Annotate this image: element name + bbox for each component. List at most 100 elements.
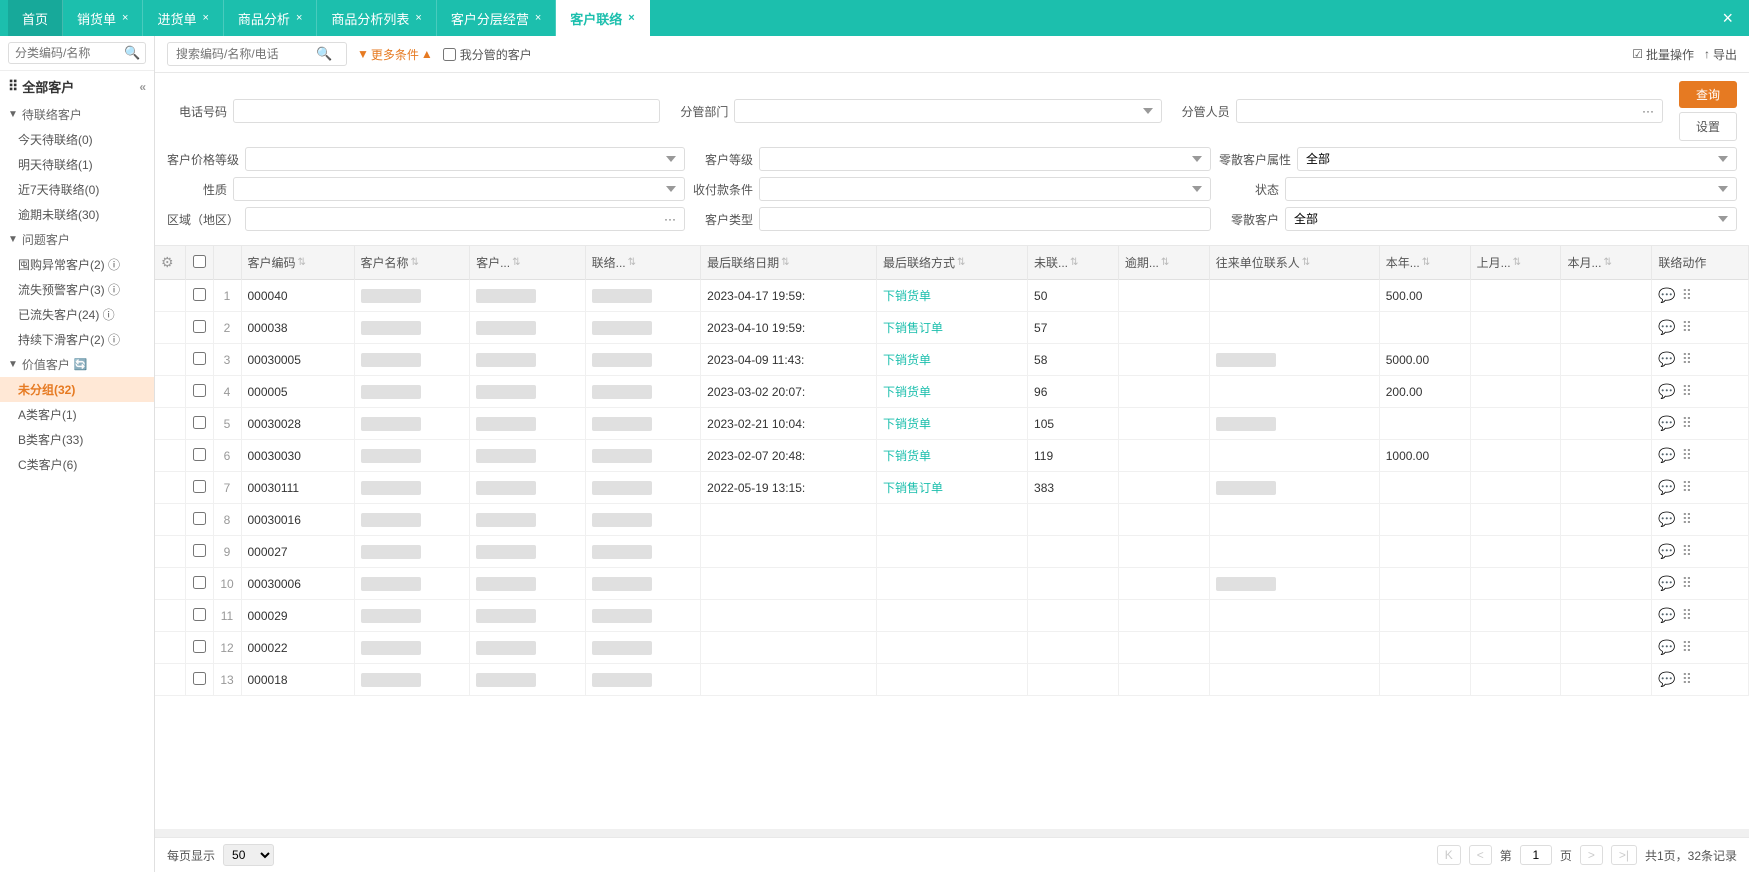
next-page-btn[interactable]: >: [1580, 845, 1603, 865]
chat-icon[interactable]: 💬: [1658, 607, 1675, 624]
row-checkbox[interactable]: [193, 288, 206, 301]
sidebar-item-today-pending[interactable]: 今天待联络(0): [0, 127, 154, 152]
row-checkbox[interactable]: [193, 320, 206, 333]
group-problem-customer[interactable]: ▼ 问题客户: [0, 227, 154, 252]
tab-customer-segment[interactable]: 客户分层经营 ×: [437, 0, 556, 36]
row-checkbox[interactable]: [193, 384, 206, 397]
filter-price-level-select[interactable]: [245, 147, 685, 171]
filter-status-select[interactable]: [1285, 177, 1737, 201]
first-page-btn[interactable]: K: [1437, 845, 1461, 865]
col-last-month[interactable]: 上月... ⇅: [1470, 246, 1561, 280]
prev-page-btn[interactable]: <: [1469, 845, 1492, 865]
horizontal-scrollbar[interactable]: [155, 829, 1749, 837]
row-checkbox[interactable]: [193, 512, 206, 525]
col-overdue[interactable]: 逾期... ⇅: [1118, 246, 1209, 280]
tab-customer-segment-close[interactable]: ×: [535, 12, 541, 24]
contact-method-link[interactable]: 下销售订单: [883, 481, 943, 495]
filter-retail-attr-select[interactable]: 全部: [1297, 147, 1737, 171]
tab-product-analysis[interactable]: 商品分析 ×: [224, 0, 317, 36]
filter-payment-select[interactable]: [759, 177, 1211, 201]
more-icon[interactable]: ⠿: [1682, 607, 1692, 624]
query-button[interactable]: 查询: [1679, 81, 1737, 108]
sidebar-item-churn-warning[interactable]: 流失预警客户(3) ⓘ: [0, 277, 154, 302]
contact-method-link[interactable]: 下销售订单: [883, 321, 943, 335]
contact-method-link[interactable]: 下销货单: [883, 417, 931, 431]
window-close-button[interactable]: ×: [1714, 8, 1741, 29]
chat-icon[interactable]: 💬: [1658, 479, 1675, 496]
row-checkbox[interactable]: [193, 608, 206, 621]
contact-method-link[interactable]: 下销货单: [883, 449, 931, 463]
my-customers-checkbox[interactable]: [443, 48, 456, 61]
col-no-contact[interactable]: 未联... ⇅: [1028, 246, 1119, 280]
more-icon[interactable]: ⠿: [1682, 639, 1692, 656]
col-customer-type[interactable]: 客户... ⇅: [470, 246, 586, 280]
col-last-contact-date[interactable]: 最后联络日期 ⇅: [701, 246, 877, 280]
export-button[interactable]: ↑ 导出: [1704, 46, 1737, 63]
chat-icon[interactable]: 💬: [1658, 287, 1675, 304]
tab-purchase[interactable]: 进货单 ×: [143, 0, 223, 36]
col-contact[interactable]: 联络... ⇅: [585, 246, 701, 280]
chat-icon[interactable]: 💬: [1658, 511, 1675, 528]
contact-method-link[interactable]: 下销货单: [883, 385, 931, 399]
sidebar-item-hoarding-abnormal[interactable]: 囤购异常客户(2) ⓘ: [0, 252, 154, 277]
settings-gear-icon[interactable]: ⚙: [161, 254, 174, 270]
chat-icon[interactable]: 💬: [1658, 447, 1675, 464]
tab-home[interactable]: 首页: [8, 0, 63, 36]
tab-purchase-close[interactable]: ×: [202, 12, 208, 24]
sidebar-item-unclassified[interactable]: 未分组(32): [0, 377, 154, 402]
group-value-customer[interactable]: ▼ 价值客户 🔄: [0, 352, 154, 377]
sidebar-item-overdue-pending[interactable]: 逾期未联络(30): [0, 202, 154, 227]
tab-sales[interactable]: 销货单 ×: [63, 0, 143, 36]
row-checkbox[interactable]: [193, 544, 206, 557]
more-icon[interactable]: ⠿: [1682, 319, 1692, 336]
filter-person-dots[interactable]: ···: [1236, 99, 1663, 123]
page-input[interactable]: [1520, 845, 1552, 865]
more-icon[interactable]: ⠿: [1682, 287, 1692, 304]
page-size-select[interactable]: 50 20 100: [223, 844, 274, 866]
filter-retail-customer-select[interactable]: 全部: [1285, 207, 1737, 231]
search-input[interactable]: [176, 47, 316, 61]
last-page-btn[interactable]: >|: [1611, 845, 1637, 865]
col-customer-name[interactable]: 客户名称 ⇅: [354, 246, 470, 280]
select-all-checkbox[interactable]: [193, 255, 206, 268]
more-icon[interactable]: ⠿: [1682, 351, 1692, 368]
col-customer-code[interactable]: 客户编码 ⇅: [241, 246, 354, 280]
filter-region-dots[interactable]: ···: [245, 207, 685, 231]
row-checkbox[interactable]: [193, 640, 206, 653]
more-icon[interactable]: ⠿: [1682, 543, 1692, 560]
contact-method-link[interactable]: 下销货单: [883, 353, 931, 367]
row-checkbox[interactable]: [193, 352, 206, 365]
col-last-contact-method[interactable]: 最后联络方式 ⇅: [877, 246, 1028, 280]
all-customers-header[interactable]: ⠿ 全部客户 «: [0, 71, 154, 102]
filter-customer-level-select[interactable]: [759, 147, 1211, 171]
filter-customer-type-input[interactable]: [759, 207, 1211, 231]
sidebar-item-type-c[interactable]: C类客户(6): [0, 452, 154, 477]
filter-dept-select[interactable]: [734, 99, 1161, 123]
more-icon[interactable]: ⠿: [1682, 479, 1692, 496]
tab-product-analysis-list[interactable]: 商品分析列表 ×: [317, 0, 436, 36]
tab-product-analysis-list-close[interactable]: ×: [415, 12, 421, 24]
sidebar-item-tomorrow-pending[interactable]: 明天待联络(1): [0, 152, 154, 177]
more-icon[interactable]: ⠿: [1682, 575, 1692, 592]
more-conditions-btn[interactable]: ▼ 更多条件 ▲: [357, 46, 433, 63]
col-this-month[interactable]: 本月... ⇅: [1561, 246, 1652, 280]
chat-icon[interactable]: 💬: [1658, 351, 1675, 368]
tab-product-analysis-close[interactable]: ×: [296, 12, 302, 24]
col-this-year[interactable]: 本年... ⇅: [1379, 246, 1470, 280]
more-icon[interactable]: ⠿: [1682, 511, 1692, 528]
row-checkbox[interactable]: [193, 480, 206, 493]
row-checkbox[interactable]: [193, 448, 206, 461]
chat-icon[interactable]: 💬: [1658, 639, 1675, 656]
sidebar-item-type-b[interactable]: B类客户(33): [0, 427, 154, 452]
reset-button[interactable]: 设置: [1679, 112, 1737, 141]
more-icon[interactable]: ⠿: [1682, 415, 1692, 432]
sidebar-collapse-btn[interactable]: «: [139, 80, 146, 94]
chat-icon[interactable]: 💬: [1658, 415, 1675, 432]
sidebar-item-churned[interactable]: 已流失客户(24) ⓘ: [0, 302, 154, 327]
chat-icon[interactable]: 💬: [1658, 543, 1675, 560]
filter-phone-input[interactable]: [233, 99, 660, 123]
chat-icon[interactable]: 💬: [1658, 671, 1675, 688]
tab-customer-contact[interactable]: 客户联络 ×: [556, 0, 649, 36]
more-icon[interactable]: ⠿: [1682, 447, 1692, 464]
chat-icon[interactable]: 💬: [1658, 575, 1675, 592]
